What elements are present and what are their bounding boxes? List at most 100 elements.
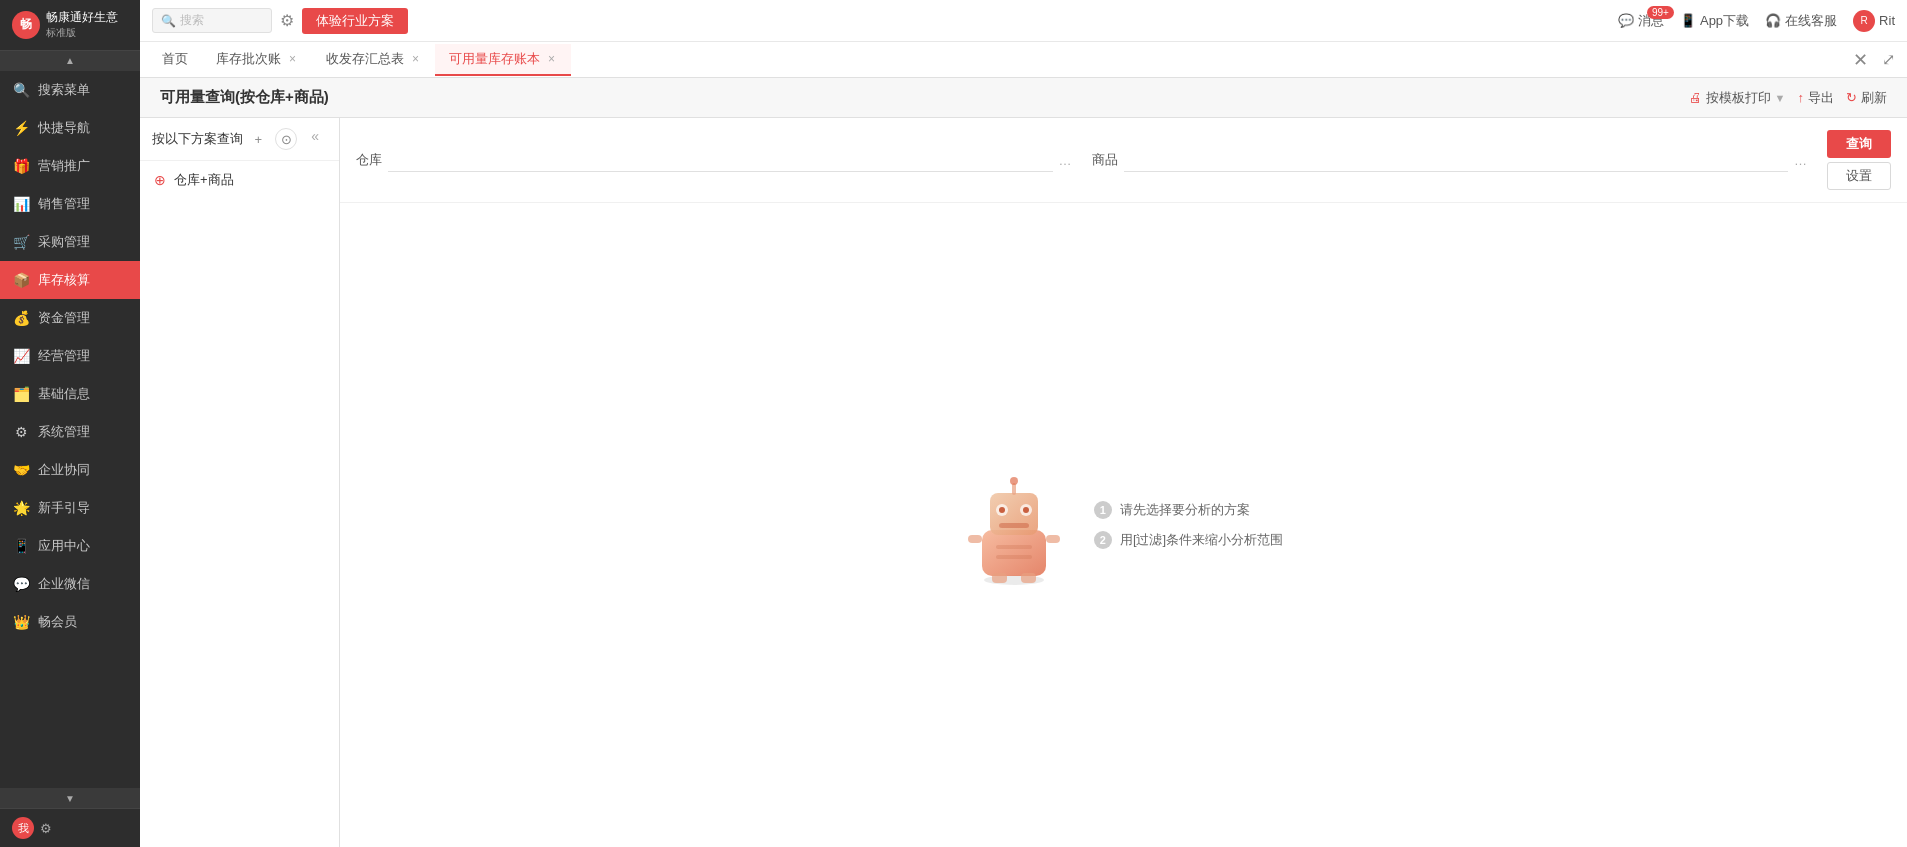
topbar-search[interactable]: 🔍 搜索 [152,8,272,33]
tab-available-stock[interactable]: 可用量库存账本 × [435,44,571,76]
app-name: 畅康通好生意 [46,10,118,26]
sidebar-icon-9: ⚙ [12,424,30,440]
message-button[interactable]: 💬 消息 99+ [1618,12,1664,30]
app-info: 畅康通好生意 标准版 [46,10,118,40]
sidebar-item-13[interactable]: 💬 企业微信 [0,565,140,603]
message-icon: 💬 [1618,13,1634,28]
filter-header: 按以下方案查询 + ⊙ « [140,118,339,161]
sidebar-icon-10: 🤝 [12,462,30,478]
tab-summary[interactable]: 收发存汇总表 × [312,44,435,76]
sidebar-item-8[interactable]: 🗂️基础信息 [0,375,140,413]
print-icon: 🖨 [1689,90,1702,105]
sidebar-footer[interactable]: 我 ⚙ [0,808,140,847]
sidebar-item-12[interactable]: 📱 应用中心 [0,527,140,565]
sidebar-item-0[interactable]: 🔍搜索菜单 [0,71,140,109]
product-more-icon[interactable]: … [1794,153,1807,168]
service-label: 在线客服 [1785,12,1837,30]
sidebar-item-14[interactable]: 👑畅会员 [0,603,140,641]
app-download-button[interactable]: 📱 App下载 [1680,12,1749,30]
filter-settings-icon[interactable]: ⊙ [275,128,297,150]
tab-summary-close[interactable]: × [410,52,421,66]
filter-item-label: 仓库+商品 [174,171,234,189]
empty-state: 1 请先选择要分析的方案 2 用[过滤]条件来缩小分析范围 [340,203,1907,847]
svg-rect-14 [996,545,1032,549]
tab-home-label: 首页 [162,50,188,68]
svg-rect-1 [982,530,1046,576]
sidebar-label-12: 应用中心 [38,537,90,555]
sidebar-label-2: 营销推广 [38,157,90,175]
warehouse-input[interactable] [388,148,1053,172]
sidebar-item-5[interactable]: 📦库存核算 [0,261,140,299]
filter-add-icon[interactable]: + [247,128,269,150]
window-close-button[interactable]: ✕ [1847,49,1874,71]
topbar-settings-icon[interactable]: ⚙ [280,11,294,30]
content-area: 按以下方案查询 + ⊙ « ⊕ 仓库+商品 仓库 … [140,118,1907,847]
svg-rect-11 [1046,535,1060,543]
export-button[interactable]: ↑ 导出 [1798,89,1835,107]
sidebar-item-10[interactable]: 🤝 企业协同 [0,451,140,489]
refresh-button[interactable]: ↻ 刷新 [1846,89,1887,107]
sidebar-scroll-down[interactable]: ▼ [0,788,140,808]
user-name: Rit [1879,13,1895,28]
sidebar-header: 畅 畅康通好生意 标准版 [0,0,140,51]
sidebar-label-11: 新手引导 [38,499,90,517]
sidebar-icon-2: 🎁 [12,158,30,174]
sidebar-label-7: 经营管理 [38,347,90,365]
sidebar-item-11[interactable]: 🌟新手引导 [0,489,140,527]
export-icon: ↑ [1798,90,1805,105]
sidebar-label-14: 畅会员 [38,613,77,631]
sidebar-icon-13: 💬 [12,576,30,592]
filter-collapse-icon[interactable]: « [303,128,327,150]
sidebar-item-2[interactable]: 🎁 营销推广 [0,147,140,185]
sidebar-icon-3: 📊 [12,196,30,212]
step2-text: 用[过滤]条件来缩小分析范围 [1120,531,1283,549]
app-logo: 畅 [12,11,40,39]
settings-button[interactable]: 设置 [1827,162,1891,190]
product-input[interactable] [1124,148,1789,172]
sidebar-item-7[interactable]: 📈 经营管理 [0,337,140,375]
sidebar-label-13: 企业微信 [38,575,90,593]
online-service-button[interactable]: 🎧 在线客服 [1765,12,1837,30]
topbar-right: 💬 消息 99+ 📱 App下载 🎧 在线客服 R Rit [1618,10,1895,32]
tab-batch-account[interactable]: 库存批次账 × [202,44,312,76]
svg-point-5 [999,507,1005,513]
print-button[interactable]: 🖨 按模板打印 ▼ [1689,89,1786,107]
tabs-bar: 首页 库存批次账 × 收发存汇总表 × 可用量库存账本 × ✕ ⤢ [140,42,1907,78]
print-label: 按模板打印 [1706,89,1771,107]
warehouse-label: 仓库 [356,151,382,169]
sidebar-label-4: 采购管理 [38,233,90,251]
user-menu[interactable]: R Rit [1853,10,1895,32]
sidebar-icon-8: 🗂️ [12,386,30,402]
refresh-icon: ↻ [1846,90,1857,105]
trial-button[interactable]: 体验行业方案 [302,8,408,34]
sidebar-icon-4: 🛒 [12,234,30,250]
sidebar-icon-7: 📈 [12,348,30,364]
sidebar-item-3[interactable]: 📊销售管理 [0,185,140,223]
filter-item-warehouse-product[interactable]: ⊕ 仓库+商品 [140,161,339,199]
app-edition: 标准版 [46,26,118,40]
sidebar-item-9[interactable]: ⚙ 系统管理 [0,413,140,451]
sidebar-item-1[interactable]: ⚡快捷导航 [0,109,140,147]
search-icon: 🔍 [161,14,176,28]
sidebar-item-4[interactable]: 🛒 采购管理 [0,223,140,261]
empty-state-step2: 2 用[过滤]条件来缩小分析范围 [1094,531,1283,549]
sidebar-icon-12: 📱 [12,538,30,554]
svg-rect-2 [990,493,1038,535]
sidebar-label-10: 企业协同 [38,461,90,479]
query-button[interactable]: 查询 [1827,130,1891,158]
warehouse-more-icon[interactable]: … [1059,153,1072,168]
topbar: 🔍 搜索 ⚙ 体验行业方案 💬 消息 99+ 📱 App下载 🎧 在线客服 R … [140,0,1907,42]
step1-num: 1 [1094,501,1112,519]
tab-home[interactable]: 首页 [148,44,202,76]
sidebar-nav: 🔍搜索菜单⚡快捷导航 🎁 营销推广 📊销售管理 🛒 采购管理 📦库存核算💰资金管理 📈 经营管理… [0,71,140,788]
window-expand-button[interactable]: ⤢ [1878,50,1899,69]
sidebar-label-9: 系统管理 [38,423,90,441]
user-avatar: 我 [12,817,34,839]
sidebar-scroll-up[interactable]: ▲ [0,51,140,71]
message-badge: 99+ [1647,6,1674,19]
tab-summary-label: 收发存汇总表 [326,50,404,68]
sidebar-label-5: 库存核算 [38,271,90,289]
sidebar-item-6[interactable]: 💰资金管理 [0,299,140,337]
tab-available-stock-close[interactable]: × [546,52,557,66]
tab-batch-account-close[interactable]: × [287,52,298,66]
